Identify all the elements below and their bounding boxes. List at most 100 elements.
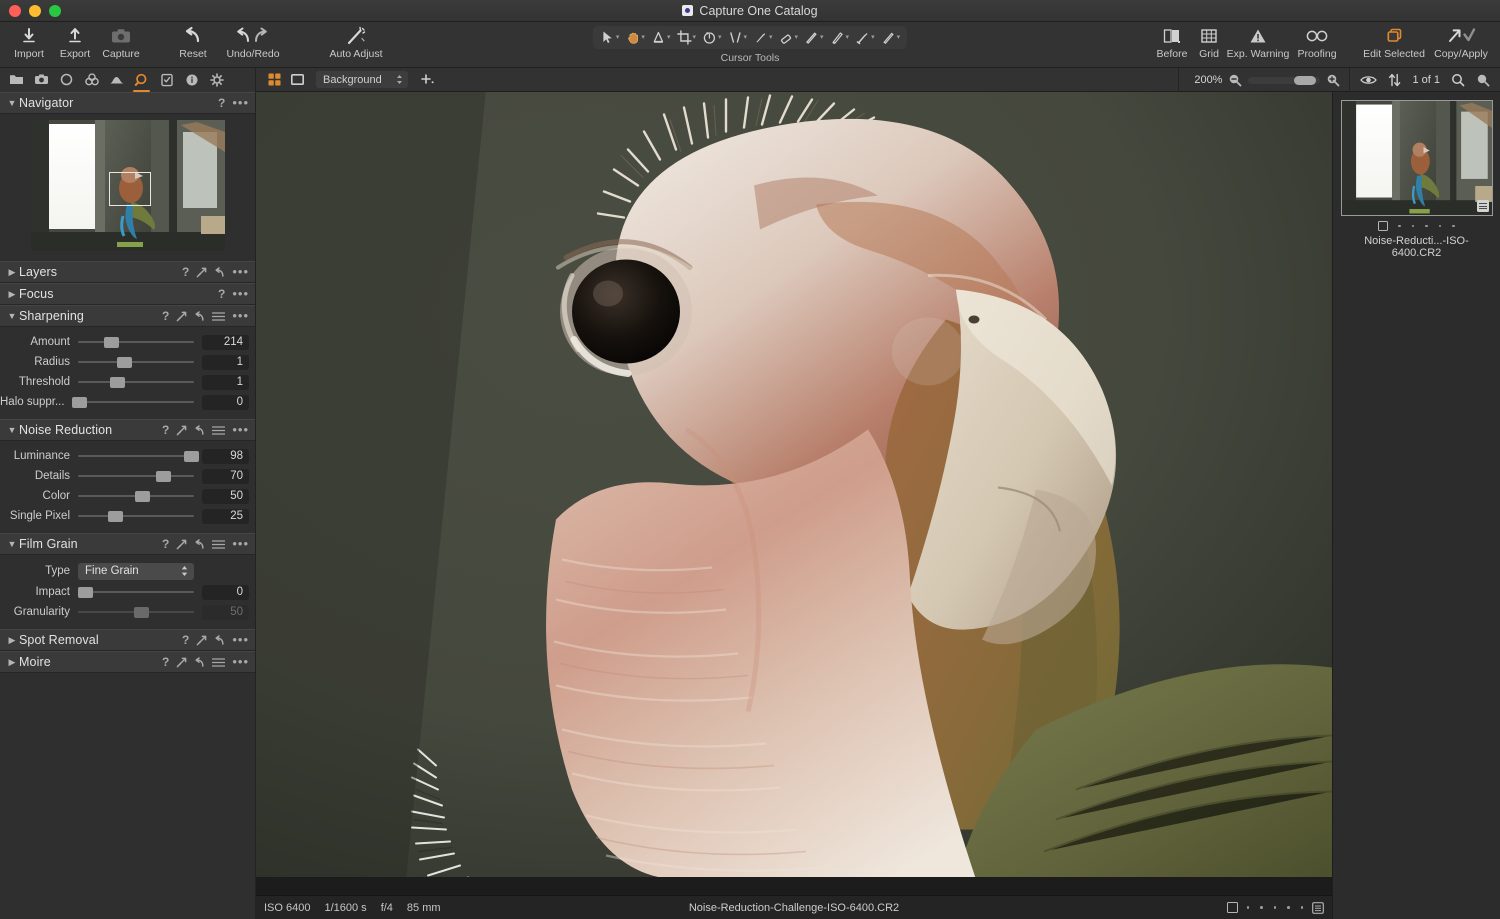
slider-track-halo-suppression[interactable] xyxy=(72,392,194,412)
star-2[interactable] xyxy=(1260,906,1263,909)
star-1[interactable] xyxy=(1398,224,1401,228)
reset-tool-icon[interactable] xyxy=(176,311,187,322)
help-icon[interactable]: ? xyxy=(162,309,169,323)
undo-tool-icon[interactable] xyxy=(214,266,225,278)
tool-tab-details[interactable] xyxy=(129,68,154,92)
thumbnail-color-tag[interactable] xyxy=(1378,221,1389,231)
single-view-button[interactable] xyxy=(289,72,306,87)
cursor-tool-white-balance[interactable]: ▾ xyxy=(648,28,674,47)
grid-button[interactable]: Grid xyxy=(1192,22,1226,60)
search-button[interactable] xyxy=(1451,73,1465,87)
tool-header-focus[interactable]: ▶ Focus ? ••• xyxy=(0,283,255,305)
disclosure-triangle-down-icon[interactable]: ▼ xyxy=(5,311,19,321)
thumbnail-adjustments-badge[interactable] xyxy=(1477,200,1489,212)
slider-knob-single-pixel[interactable] xyxy=(108,511,124,522)
tool-header-navigator[interactable]: ▼ Navigator ? ••• xyxy=(0,92,255,114)
star-3[interactable] xyxy=(1273,906,1276,909)
zoom-out-button[interactable] xyxy=(1228,73,1242,87)
tool-tab-adjustments[interactable] xyxy=(154,68,179,92)
presets-menu-icon[interactable] xyxy=(212,425,226,435)
filter-button[interactable] xyxy=(1476,73,1490,87)
reset-tool-icon[interactable] xyxy=(196,635,207,646)
undo-redo-button[interactable]: Undo/Redo xyxy=(216,22,290,60)
tool-tab-lens[interactable] xyxy=(54,68,79,92)
thumbnail-star-rating[interactable] xyxy=(1398,224,1455,228)
viewer-photo[interactable] xyxy=(256,92,1332,877)
slider-knob-amount[interactable] xyxy=(103,337,119,348)
cursor-tool-heal-brush[interactable]: ▾ xyxy=(827,28,853,47)
tool-tab-library[interactable] xyxy=(4,68,29,92)
more-options-icon[interactable]: ••• xyxy=(232,423,249,436)
navigator-viewport-rect[interactable] xyxy=(109,172,151,206)
slider-knob-threshold[interactable] xyxy=(110,377,126,388)
disclosure-triangle-right-icon[interactable]: ▶ xyxy=(5,657,19,667)
slider-knob-luminance[interactable] xyxy=(183,451,199,462)
viewer-canvas[interactable] xyxy=(256,92,1332,895)
help-icon[interactable]: ? xyxy=(182,633,189,647)
undo-tool-icon[interactable] xyxy=(194,424,205,436)
sort-order-button[interactable] xyxy=(1388,73,1401,87)
tool-tab-output[interactable] xyxy=(204,68,229,92)
tool-header-moire[interactable]: ▶ Moire ? ••• xyxy=(0,651,255,673)
tool-tab-exposure[interactable] xyxy=(104,68,129,92)
reset-tool-icon[interactable] xyxy=(176,425,187,436)
more-options-icon[interactable]: ••• xyxy=(232,633,249,646)
star-3[interactable] xyxy=(1425,224,1428,228)
reset-tool-icon[interactable] xyxy=(176,539,187,550)
slider-track-details[interactable] xyxy=(78,466,194,486)
star-4[interactable] xyxy=(1438,224,1442,228)
presets-menu-icon[interactable] xyxy=(212,539,226,549)
help-icon[interactable]: ? xyxy=(182,265,189,279)
capture-button[interactable]: Capture xyxy=(98,22,144,60)
maximize-button[interactable] xyxy=(49,4,61,17)
cursor-tool-select[interactable]: ▾ xyxy=(597,28,623,47)
more-options-icon[interactable]: ••• xyxy=(232,287,249,300)
undo-tool-icon[interactable] xyxy=(194,656,205,668)
cursor-tool-gradient-mask[interactable]: ▾ xyxy=(878,28,904,47)
thumbnail-selected[interactable] xyxy=(1341,100,1493,216)
add-variant-button[interactable] xyxy=(420,72,436,87)
undo-tool-icon[interactable] xyxy=(194,538,205,550)
disclosure-triangle-down-icon[interactable]: ▼ xyxy=(5,539,19,549)
proofing-button[interactable]: Proofing xyxy=(1290,22,1344,60)
cursor-tool-draw-mask[interactable]: ▾ xyxy=(801,28,827,47)
color-tag-checkbox[interactable] xyxy=(1226,902,1238,913)
slider-value-amount[interactable]: 214 xyxy=(202,334,249,350)
eye-toggle-button[interactable] xyxy=(1360,74,1378,86)
reset-button[interactable]: Reset xyxy=(170,22,216,60)
slider-track-radius[interactable] xyxy=(78,352,194,372)
zoom-in-button[interactable] xyxy=(1326,73,1340,87)
disclosure-triangle-down-icon[interactable]: ▼ xyxy=(5,98,19,108)
presets-menu-icon[interactable] xyxy=(212,311,226,321)
cursor-tool-spot-removal[interactable]: ▾ xyxy=(750,28,776,47)
slider-value-details[interactable]: 70 xyxy=(202,468,249,484)
before-button[interactable]: Before xyxy=(1152,22,1192,60)
import-button[interactable]: Import xyxy=(6,22,52,60)
cursor-tool-clone-brush[interactable]: ▾ xyxy=(852,28,878,47)
disclosure-triangle-right-icon[interactable]: ▶ xyxy=(5,635,19,645)
tool-header-film-grain[interactable]: ▼ Film Grain ? ••• xyxy=(0,533,255,555)
slider-value-threshold[interactable]: 1 xyxy=(202,374,249,390)
slider-track-impact[interactable] xyxy=(78,582,194,602)
tool-header-sharpening[interactable]: ▼ Sharpening ? ••• xyxy=(0,305,255,327)
presets-menu-icon[interactable] xyxy=(212,657,226,667)
slider-value-impact[interactable]: 0 xyxy=(202,584,249,600)
disclosure-triangle-right-icon[interactable]: ▶ xyxy=(5,289,19,299)
star-2[interactable] xyxy=(1411,224,1415,228)
undo-tool-icon[interactable] xyxy=(194,310,205,322)
star-4[interactable] xyxy=(1287,906,1290,909)
help-icon[interactable]: ? xyxy=(162,655,169,669)
close-button[interactable] xyxy=(9,4,21,17)
cursor-tool-keystone[interactable]: ▾ xyxy=(724,28,750,47)
slider-knob-details[interactable] xyxy=(155,471,171,482)
slider-value-halo-suppression[interactable]: 0 xyxy=(202,394,249,410)
disclosure-triangle-down-icon[interactable]: ▼ xyxy=(5,425,19,435)
disclosure-triangle-right-icon[interactable]: ▶ xyxy=(5,267,19,277)
help-icon[interactable]: ? xyxy=(218,287,225,301)
cursor-tool-crop[interactable]: ▾ xyxy=(673,28,699,47)
slider-knob-halo-suppression[interactable] xyxy=(72,397,87,408)
slider-track-color[interactable] xyxy=(78,486,194,506)
exposure-warning-button[interactable]: Exp. Warning xyxy=(1226,22,1290,60)
slider-value-luminance[interactable]: 98 xyxy=(202,448,249,464)
star-rating[interactable] xyxy=(1246,906,1303,909)
